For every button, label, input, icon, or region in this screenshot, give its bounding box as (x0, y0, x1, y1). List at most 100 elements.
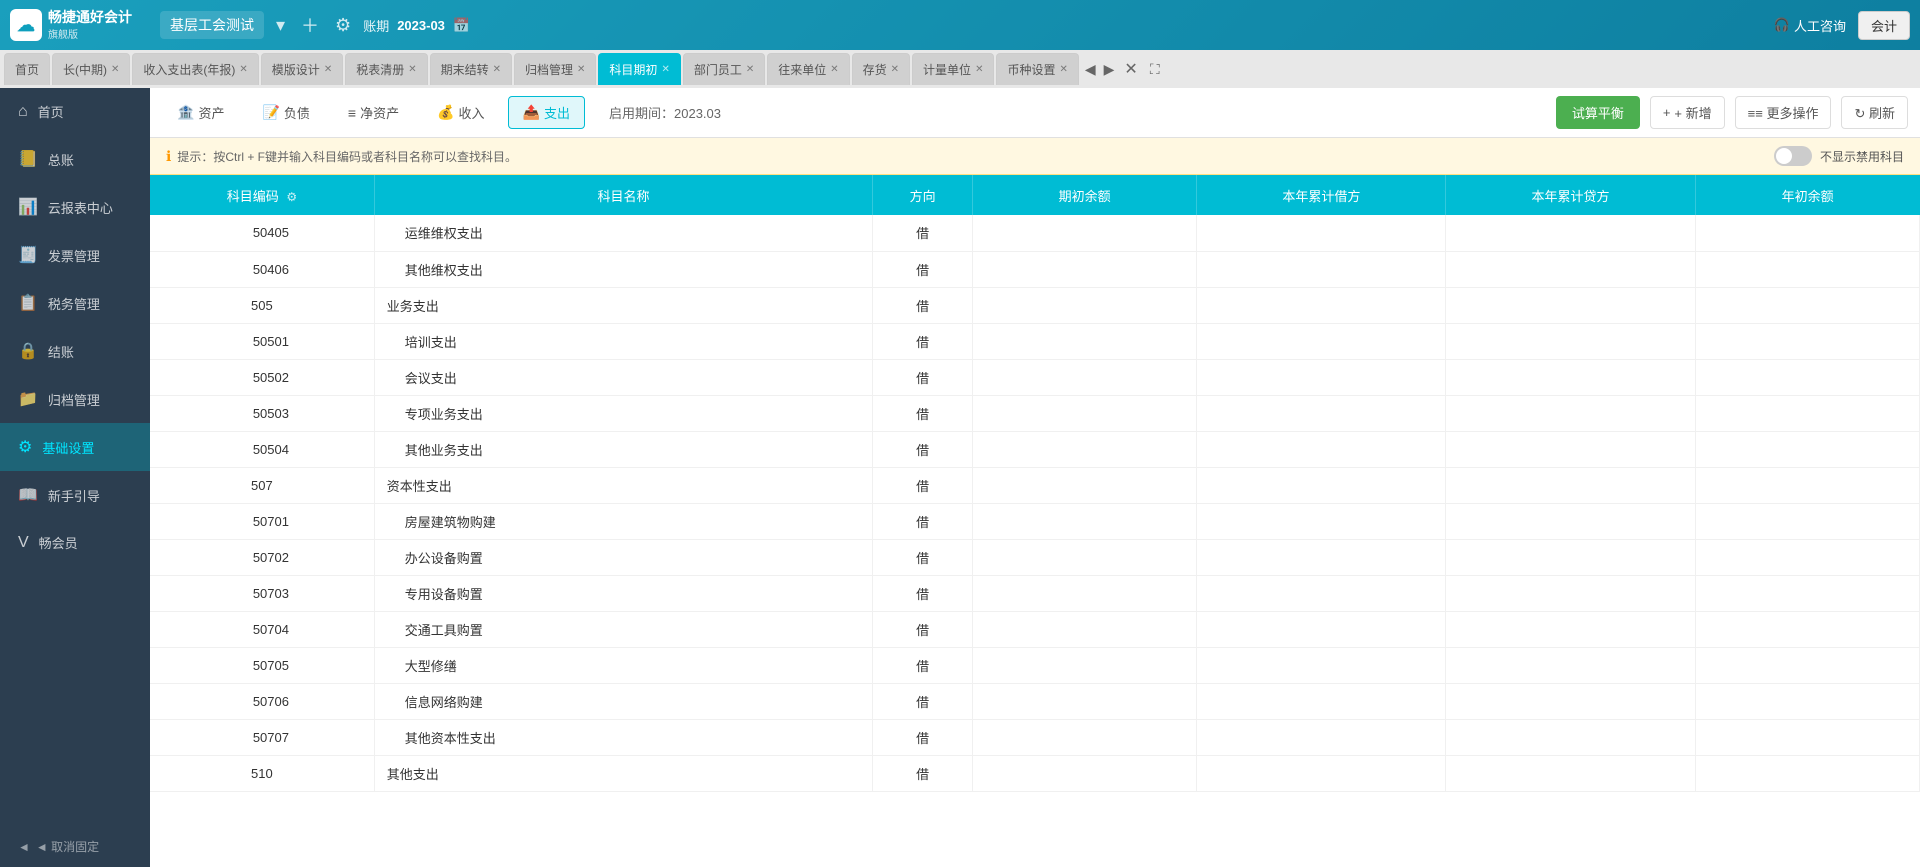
tab-home[interactable]: 首页 (4, 53, 50, 85)
tab-midterm[interactable]: 长(中期) ✕ (52, 53, 130, 85)
report-icon: 📊 (18, 197, 38, 217)
logo-sub: 旗舰版 (48, 26, 132, 41)
settings-btn[interactable]: ⚙ (331, 11, 355, 40)
tab-currency[interactable]: 币种设置 ✕ (996, 53, 1078, 85)
tab-unit-label: 计量单位 (923, 61, 971, 78)
sidebar-item-invoice[interactable]: 🧾 发票管理 (0, 231, 150, 279)
tab-annual-label: 收入支出表(年报) (143, 61, 235, 78)
table-row[interactable]: 50504其他业务支出借 (150, 431, 1920, 467)
tab-tax-close[interactable]: ✕ (408, 64, 416, 75)
table-header-row: 科目编码 ⚙ 科目名称 方向 期初余额 本年累计借方 本年累计贷方 年初余额 (150, 175, 1920, 215)
header-right: 🎧 人工咨询 会计 (1774, 11, 1910, 40)
tab-unit[interactable]: 计量单位 ✕ (912, 53, 994, 85)
col-header-direction: 方向 (873, 175, 973, 215)
table-row[interactable]: 50707其他资本性支出借 (150, 719, 1920, 755)
tab-next-btn[interactable]: ▶ (1100, 59, 1119, 80)
subtab-net-asset[interactable]: ≡ 净资产 (333, 96, 414, 129)
tab-inventory-close[interactable]: ✕ (891, 64, 899, 75)
tab-period-end-label: 期末结转 (441, 61, 489, 78)
sidebar-item-ledger[interactable]: 📒 总账 (0, 135, 150, 183)
subtab-income[interactable]: 💰 收入 (422, 96, 499, 129)
table-row[interactable]: 50703专用设备购置借 (150, 575, 1920, 611)
sidebar-item-member[interactable]: V 畅会员 (0, 519, 150, 566)
tab-template[interactable]: 模版设计 ✕ (261, 53, 343, 85)
col-settings-icon[interactable]: ⚙ (286, 190, 297, 204)
main-layout: ⌂ 首页 📒 总账 📊 云报表中心 🧾 发票管理 📋 税务管理 🔒 结账 📁 归… (0, 88, 1920, 867)
guide-icon: 📖 (18, 485, 38, 505)
tab-midterm-close[interactable]: ✕ (111, 64, 119, 75)
balance-btn[interactable]: 试算平衡 (1556, 96, 1640, 129)
sidebar-item-tax[interactable]: 📋 税务管理 (0, 279, 150, 327)
add-company-btn[interactable]: ＋ (297, 8, 323, 42)
tab-template-close[interactable]: ✕ (324, 64, 332, 75)
sidebar-item-home[interactable]: ⌂ 首页 (0, 88, 150, 135)
notice-text: 提示：按Ctrl + F键并输入科目编码或者科目名称可以查找科目。 (177, 148, 517, 165)
table-row[interactable]: 507资本性支出借 (150, 467, 1920, 503)
sidebar-item-report[interactable]: 📊 云报表中心 (0, 183, 150, 231)
sidebar-settings-label: 基础设置 (42, 438, 94, 457)
tab-dept-close[interactable]: ✕ (746, 64, 754, 75)
tab-prev-btn[interactable]: ◀ (1081, 59, 1100, 80)
archive-icon: 📁 (18, 389, 38, 409)
tab-expand-btn[interactable]: ⛶ (1144, 59, 1166, 80)
sidebar-collapse-btn[interactable]: ◄ ◄ 取消固定 (0, 826, 150, 867)
table-container[interactable]: 科目编码 ⚙ 科目名称 方向 期初余额 本年累计借方 本年累计贷方 年初余额 5… (150, 175, 1920, 867)
tab-period-end-close[interactable]: ✕ (493, 64, 501, 75)
table-row[interactable]: 50702办公设备购置借 (150, 539, 1920, 575)
sidebar-member-label: 畅会员 (39, 533, 78, 552)
add-btn[interactable]: + + 新增 (1650, 96, 1725, 129)
tab-partner[interactable]: 往来单位 ✕ (767, 53, 849, 85)
table-row[interactable]: 50701房屋建筑物购建借 (150, 503, 1920, 539)
sidebar-home-label: 首页 (38, 102, 64, 121)
sidebar-guide-label: 新手引导 (48, 486, 100, 505)
tab-close-all-btn[interactable]: ✕ (1118, 57, 1143, 81)
tab-period-end[interactable]: 期末结转 ✕ (430, 53, 512, 85)
table-row[interactable]: 50705大型修缮借 (150, 647, 1920, 683)
content-area: 🏦 资产 📝 负债 ≡ 净资产 💰 收入 📤 支出 启用期间：2023.03 (150, 88, 1920, 867)
table-row[interactable]: 505业务支出借 (150, 287, 1920, 323)
refresh-btn[interactable]: ↻ 刷新 (1841, 96, 1908, 129)
calendar-icon[interactable]: 📅 (453, 17, 470, 34)
tab-dept[interactable]: 部门员工 ✕ (683, 53, 765, 85)
table-row[interactable]: 50501培训支出借 (150, 323, 1920, 359)
sidebar-item-settings[interactable]: ⚙ 基础设置 (0, 423, 150, 471)
tab-subject-init[interactable]: 科目期初 ✕ (598, 53, 680, 85)
tab-archive[interactable]: 归档管理 ✕ (514, 53, 596, 85)
table-row[interactable]: 50503专项业务支出借 (150, 395, 1920, 431)
period-value: 2023-03 (397, 18, 445, 33)
company-name-btn[interactable]: 基层工会测试 (160, 11, 264, 39)
logo-icon: ☁ (10, 9, 42, 41)
toggle-disabled-switch[interactable] (1774, 146, 1812, 166)
table-row[interactable]: 50406其他维权支出借 (150, 251, 1920, 287)
account-btn[interactable]: 会计 (1858, 11, 1910, 40)
table-row[interactable]: 50502会议支出借 (150, 359, 1920, 395)
tab-tax-label: 税表清册 (356, 61, 404, 78)
tab-unit-close[interactable]: ✕ (975, 64, 983, 75)
tab-tax[interactable]: 税表清册 ✕ (345, 53, 427, 85)
subtab-liability[interactable]: 📝 负债 (247, 96, 324, 129)
tab-partner-close[interactable]: ✕ (830, 64, 838, 75)
table-row[interactable]: 510其他支出借 (150, 755, 1920, 791)
subtab-asset[interactable]: 🏦 资产 (162, 96, 239, 129)
tabs-bar: 首页 长(中期) ✕ 收入支出表(年报) ✕ 模版设计 ✕ 税表清册 ✕ 期末结… (0, 50, 1920, 88)
subtab-asset-label: 资产 (198, 103, 224, 122)
tab-subject-init-close[interactable]: ✕ (661, 64, 669, 75)
table-row[interactable]: 50706信息网络购建借 (150, 683, 1920, 719)
collapse-icon: ◄ (18, 840, 30, 854)
liability-icon: 📝 (262, 104, 279, 121)
tab-currency-close[interactable]: ✕ (1059, 64, 1067, 75)
tab-annual-close[interactable]: ✕ (239, 64, 247, 75)
sidebar-item-guide[interactable]: 📖 新手引导 (0, 471, 150, 519)
support-btn[interactable]: 🎧 人工咨询 (1774, 16, 1846, 35)
table-row[interactable]: 50704交通工具购置借 (150, 611, 1920, 647)
tab-inventory[interactable]: 存货 ✕ (852, 53, 910, 85)
sidebar-item-close[interactable]: 🔒 结账 (0, 327, 150, 375)
headset-icon: 🎧 (1774, 17, 1790, 33)
subtab-expenditure[interactable]: 📤 支出 (508, 96, 585, 129)
table-row[interactable]: 50405运维维权支出借 (150, 215, 1920, 251)
tab-annual[interactable]: 收入支出表(年报) ✕ (132, 53, 258, 85)
more-btn[interactable]: ≡≡ 更多操作 (1735, 96, 1832, 129)
tab-archive-close[interactable]: ✕ (577, 64, 585, 75)
company-dropdown-btn[interactable]: ▾ (272, 11, 289, 40)
sidebar-item-archive[interactable]: 📁 归档管理 (0, 375, 150, 423)
